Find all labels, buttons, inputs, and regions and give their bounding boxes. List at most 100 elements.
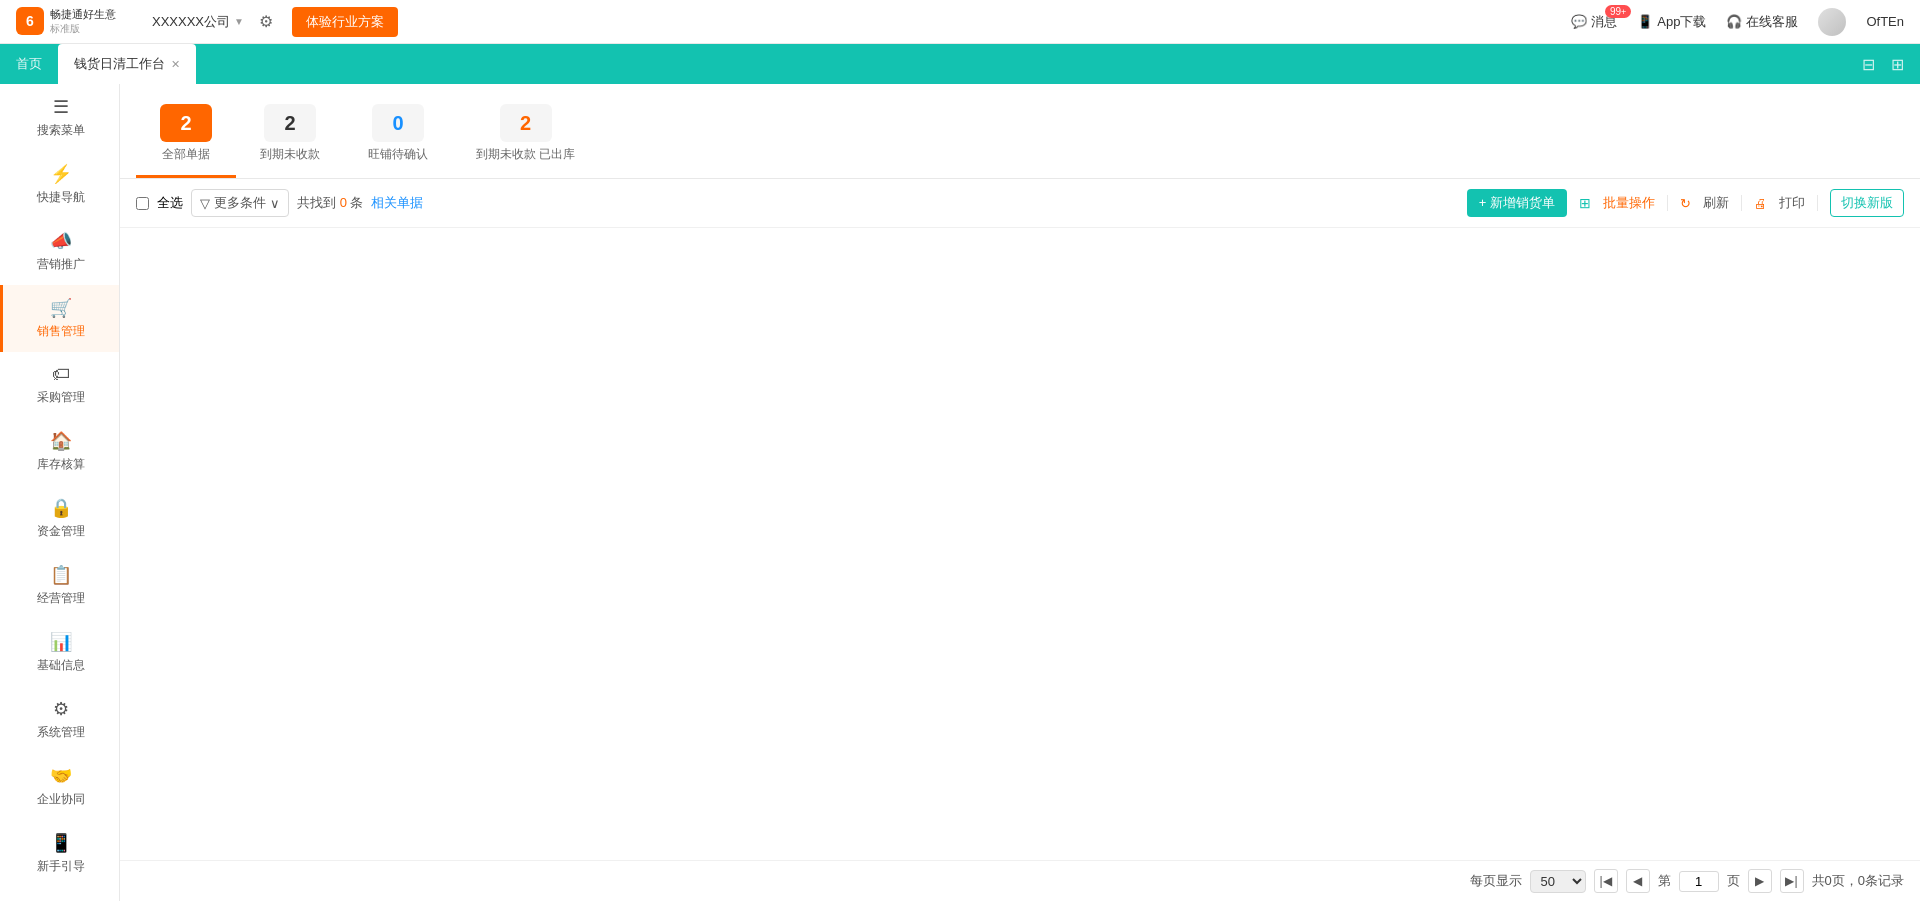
stat-count-pending: 0 xyxy=(392,112,403,135)
print-button[interactable]: 打印 xyxy=(1779,194,1805,212)
divider-3 xyxy=(1817,195,1818,211)
company-selector[interactable]: XXXXXX公司 ▼ xyxy=(152,13,244,31)
trial-button[interactable]: 体验行业方案 xyxy=(292,7,398,37)
guide-icon: 📱 xyxy=(50,832,72,854)
filter-icon: ▽ xyxy=(200,196,210,211)
online-service-label: 在线客服 xyxy=(1746,13,1798,31)
stat-count-box-pending: 0 xyxy=(372,104,424,142)
next-page-button[interactable]: ▶ xyxy=(1748,869,1772,893)
refresh-icon: ↻ xyxy=(1680,196,1691,211)
stat-tab-pending[interactable]: 0 旺铺待确认 xyxy=(344,96,452,178)
found-text: 共找到 0 条 xyxy=(297,194,363,212)
tab-work-close-icon[interactable]: ✕ xyxy=(171,58,180,71)
base-info-icon: 📊 xyxy=(50,631,72,653)
select-all-label: 全选 xyxy=(157,194,183,212)
more-filter-button[interactable]: ▽ 更多条件 ∨ xyxy=(191,189,289,217)
inventory-icon: 🏠 xyxy=(50,430,72,452)
tab-right-actions: ⊟ ⊞ xyxy=(1854,55,1920,74)
stat-label-pending: 旺铺待确认 xyxy=(368,146,428,163)
stat-count-box-all: 2 xyxy=(160,104,212,142)
sidebar-item-app-center[interactable]: 🛍 应用中心 xyxy=(0,887,119,901)
sidebar-item-search-menu[interactable]: ☰ 搜索菜单 xyxy=(0,84,119,151)
tab-minimize-button[interactable]: ⊟ xyxy=(1854,55,1883,74)
toolbar-right: + 新增销货单 ⊞ 批量操作 ↻ 刷新 🖨 打印 切换新版 xyxy=(1467,189,1904,217)
found-count: 0 xyxy=(340,195,347,210)
sidebar-item-purchase[interactable]: 🏷 采购管理 xyxy=(0,352,119,418)
tab-work[interactable]: 钱货日清工作台 ✕ xyxy=(58,44,196,84)
sidebar-item-marketing[interactable]: 📣 营销推广 xyxy=(0,218,119,285)
search-menu-icon: ☰ xyxy=(53,96,69,118)
stat-tab-overdue[interactable]: 2 到期未收款 xyxy=(236,96,344,178)
stat-count-delivered: 2 xyxy=(520,112,531,135)
sidebar-item-cooperation[interactable]: 🤝 企业协同 xyxy=(0,753,119,820)
sidebar-item-inventory[interactable]: 🏠 库存核算 xyxy=(0,418,119,485)
current-page-input[interactable] xyxy=(1679,871,1719,892)
per-page-label: 每页显示 xyxy=(1470,872,1522,890)
per-page-select[interactable]: 50 100 200 xyxy=(1530,870,1586,893)
sidebar-item-label: 采购管理 xyxy=(37,389,85,406)
online-service-button[interactable]: 🎧 在线客服 xyxy=(1726,13,1798,31)
app-logo-icon: 6 xyxy=(16,7,44,35)
stat-tab-delivered[interactable]: 2 到期未收款 已出库 xyxy=(452,96,599,178)
sidebar-item-label: 销售管理 xyxy=(37,323,85,340)
sidebar-item-label: 搜索菜单 xyxy=(37,122,85,139)
top-right-area: 💬 消息 99+ 📱 App下载 🎧 在线客服 OfTEn xyxy=(1571,8,1904,36)
table-area xyxy=(120,228,1920,860)
batch-ops-icon: ⊞ xyxy=(1579,195,1591,211)
message-button[interactable]: 💬 消息 99+ xyxy=(1571,13,1617,31)
stat-count-overdue: 2 xyxy=(284,112,295,135)
sidebar: ☰ 搜索菜单 ⚡ 快捷导航 📣 营销推广 🛒 销售管理 🏷 采购管理 🏠 库存核… xyxy=(0,84,120,901)
company-name: XXXXXX公司 xyxy=(152,13,230,31)
tab-home[interactable]: 首页 xyxy=(0,44,58,84)
page-prefix: 第 xyxy=(1658,872,1671,890)
sidebar-item-label: 经营管理 xyxy=(37,590,85,607)
sidebar-item-quick-nav[interactable]: ⚡ 快捷导航 xyxy=(0,151,119,218)
toolbar-left: 全选 ▽ 更多条件 ∨ 共找到 0 条 相关单据 xyxy=(136,189,1459,217)
sidebar-item-label: 基础信息 xyxy=(37,657,85,674)
sidebar-item-operation[interactable]: 📋 经营管理 xyxy=(0,552,119,619)
print-icon: 🖨 xyxy=(1754,196,1767,211)
refresh-button[interactable]: 刷新 xyxy=(1703,194,1729,212)
finance-icon: 🔒 xyxy=(50,497,72,519)
avatar[interactable] xyxy=(1818,8,1846,36)
cooperation-icon: 🤝 xyxy=(50,765,72,787)
add-sales-order-button[interactable]: + 新增销货单 xyxy=(1467,189,1567,217)
sidebar-item-label: 快捷导航 xyxy=(37,189,85,206)
sidebar-item-guide[interactable]: 📱 新手引导 xyxy=(0,820,119,887)
batch-ops-button[interactable]: 批量操作 xyxy=(1603,194,1655,212)
last-page-button[interactable]: ▶| xyxy=(1780,869,1804,893)
stat-label-delivered: 到期未收款 已出库 xyxy=(476,146,575,163)
company-dropdown-arrow: ▼ xyxy=(234,16,244,27)
sidebar-item-label: 企业协同 xyxy=(37,791,85,808)
message-icon: 💬 xyxy=(1571,14,1587,29)
quick-nav-icon: ⚡ xyxy=(50,163,72,185)
sidebar-item-finance[interactable]: 🔒 资金管理 xyxy=(0,485,119,552)
pagination-bar: 每页显示 50 100 200 |◀ ◀ 第 页 ▶ ▶| 共0页，0条记录 xyxy=(120,860,1920,901)
filter-dropdown-icon: ∨ xyxy=(270,196,280,211)
operation-icon: 📋 xyxy=(50,564,72,586)
top-bar: 6 畅捷通好生意 标准版 XXXXXX公司 ▼ ⚙ 体验行业方案 💬 消息 99… xyxy=(0,0,1920,44)
sidebar-item-label: 系统管理 xyxy=(37,724,85,741)
stat-tab-all[interactable]: 2 全部单据 xyxy=(136,96,236,178)
tab-nav: 首页 钱货日清工作台 ✕ ⊟ ⊞ xyxy=(0,44,1920,84)
stat-label-all: 全部单据 xyxy=(162,146,210,163)
divider-2 xyxy=(1741,195,1742,211)
sidebar-item-base-info[interactable]: 📊 基础信息 xyxy=(0,619,119,686)
sidebar-item-sales[interactable]: 🛒 销售管理 xyxy=(0,285,119,352)
switch-new-version-button[interactable]: 切换新版 xyxy=(1830,189,1904,217)
settings-icon[interactable]: ⚙ xyxy=(252,8,280,36)
first-page-button[interactable]: |◀ xyxy=(1594,869,1618,893)
avatar-image xyxy=(1818,8,1846,36)
sales-icon: 🛒 xyxy=(50,297,72,319)
app-download-button[interactable]: 📱 App下载 xyxy=(1637,13,1706,31)
app-edition: 标准版 xyxy=(50,22,116,36)
service-icon: 🎧 xyxy=(1726,14,1742,29)
total-records-label: 共0页，0条记录 xyxy=(1812,872,1904,890)
tab-home-label: 首页 xyxy=(16,55,42,73)
sidebar-item-system[interactable]: ⚙ 系统管理 xyxy=(0,686,119,753)
tab-maximize-button[interactable]: ⊞ xyxy=(1883,55,1912,74)
related-docs-link[interactable]: 相关单据 xyxy=(371,194,423,212)
select-all-checkbox[interactable] xyxy=(136,197,149,210)
system-icon: ⚙ xyxy=(53,698,69,720)
prev-page-button[interactable]: ◀ xyxy=(1626,869,1650,893)
